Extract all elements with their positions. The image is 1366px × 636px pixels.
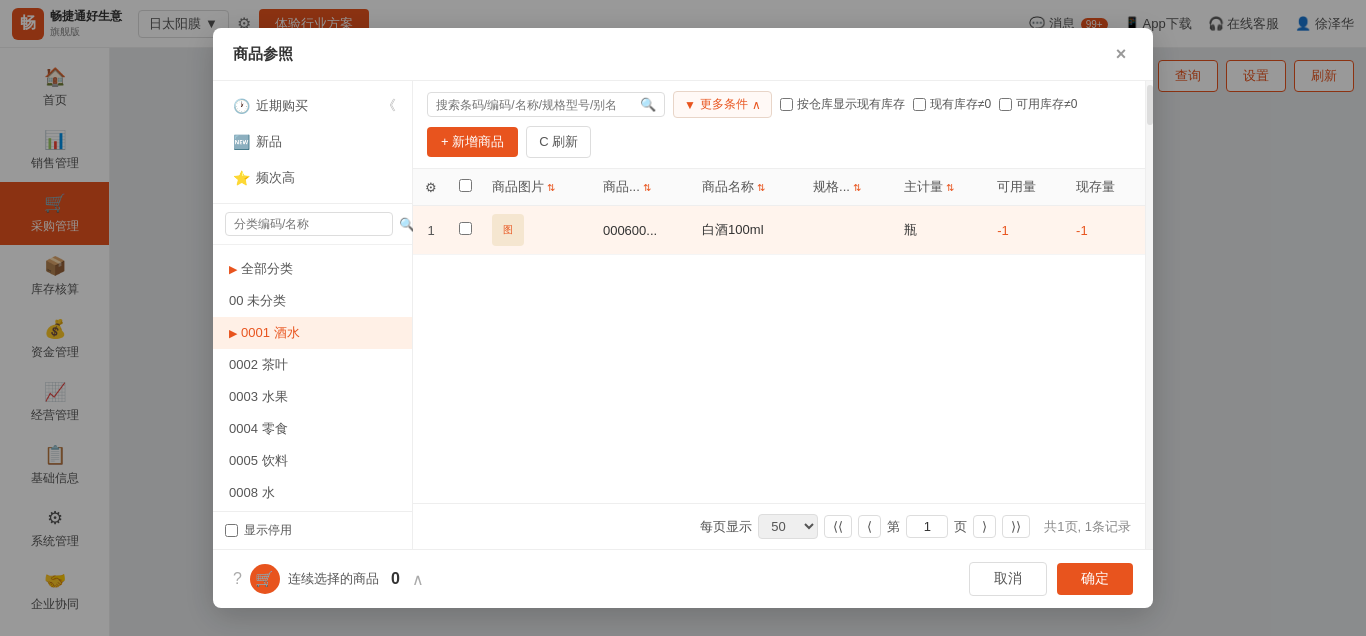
- row-num: 1: [413, 206, 449, 255]
- th-available: 可用量: [987, 169, 1066, 206]
- cat-all[interactable]: ▶ 全部分类: [213, 253, 412, 285]
- th-stock: 现存量: [1066, 169, 1145, 206]
- cart-count: 0: [391, 570, 400, 588]
- cat-00[interactable]: 00 未分类: [213, 285, 412, 317]
- add-product-button[interactable]: + 新增商品: [427, 127, 518, 157]
- footer-right: 取消 确定: [969, 562, 1133, 596]
- confirm-button[interactable]: 确定: [1057, 563, 1133, 595]
- prev-page-button[interactable]: ⟨: [858, 515, 881, 538]
- pagination: 每页显示 50 10 20 100 ⟨⟨ ⟨ 第 页 ⟩ ⟩⟩ 共1页, 1条记…: [413, 503, 1145, 549]
- cancel-button[interactable]: 取消: [969, 562, 1047, 596]
- cat-arrow-all: ▶: [229, 263, 237, 276]
- modal-close-button[interactable]: ×: [1109, 42, 1133, 66]
- product-table-wrap: ⚙ 商品图片 ⇅: [413, 169, 1145, 503]
- quick-access-section: 🕐 近期购买 《 🆕 新品 ⭐ 频次高: [213, 81, 412, 204]
- frequent-icon: ⭐: [233, 170, 250, 186]
- footer-collapse-icon[interactable]: ∧: [412, 570, 424, 589]
- vertical-scrollbar[interactable]: [1145, 81, 1153, 549]
- category-tree: ▶ 全部分类 00 未分类 ▶ 0001 酒水 0002 茶叶 0003 水果: [213, 245, 412, 511]
- cat-0003[interactable]: 0003 水果: [213, 381, 412, 413]
- table-toolbar: 🔍 ▼ 更多条件 ∧ 按仓库显示现有库存 现有库存≠0 可用库存≠0: [413, 81, 1145, 169]
- th-image: 商品图片 ⇅: [482, 169, 593, 206]
- help-icon[interactable]: ?: [233, 570, 242, 588]
- last-page-button[interactable]: ⟩⟩: [1002, 515, 1030, 538]
- product-table: ⚙ 商品图片 ⇅: [413, 169, 1145, 255]
- cart-button[interactable]: 🛒: [250, 564, 280, 594]
- recent-icon: 🕐: [233, 98, 250, 114]
- quick-item-frequent[interactable]: ⭐ 频次高: [225, 163, 400, 193]
- current-stock-checkbox-label[interactable]: 现有库存≠0: [913, 96, 991, 113]
- row-checkbox-cell[interactable]: [449, 206, 482, 255]
- th-spec: 规格... ⇅: [803, 169, 894, 206]
- cat-arrow-0001: ▶: [229, 327, 237, 340]
- more-filters-button[interactable]: ▼ 更多条件 ∧: [673, 91, 772, 118]
- left-panel: 🕐 近期购买 《 🆕 新品 ⭐ 频次高 🔍: [213, 81, 413, 549]
- show-disabled-row: 显示停用: [213, 511, 412, 549]
- current-stock-checkbox[interactable]: [913, 98, 926, 111]
- cat-0001[interactable]: ▶ 0001 酒水: [213, 317, 412, 349]
- cart-icon: 🛒: [255, 570, 274, 588]
- row-stock: -1: [1066, 206, 1145, 255]
- product-search-bar: 🔍: [427, 92, 665, 117]
- modal-title: 商品参照: [233, 45, 293, 64]
- cat-0008[interactable]: 0008 水: [213, 477, 412, 509]
- page-size-select[interactable]: 50 10 20 100: [758, 514, 818, 539]
- cat-0002[interactable]: 0002 茶叶: [213, 349, 412, 381]
- filter-icon: ▼: [684, 98, 696, 112]
- cat-0005[interactable]: 0005 饮料: [213, 445, 412, 477]
- row-image-cell: 图: [482, 206, 593, 255]
- modal-header: 商品参照 ×: [213, 28, 1153, 81]
- first-page-button[interactable]: ⟨⟨: [824, 515, 852, 538]
- row-unit: 瓶: [894, 206, 988, 255]
- available-stock-checkbox[interactable]: [999, 98, 1012, 111]
- quick-item-new[interactable]: 🆕 新品: [225, 127, 400, 157]
- product-search-icon[interactable]: 🔍: [640, 97, 656, 112]
- left-panel-collapse-btn[interactable]: 《: [378, 95, 400, 117]
- product-thumbnail: 图: [492, 214, 524, 246]
- th-settings[interactable]: ⚙: [413, 169, 449, 206]
- th-unit: 主计量 ⇅: [894, 169, 988, 206]
- filter-collapse-icon: ∧: [752, 98, 761, 112]
- available-stock-checkbox-label[interactable]: 可用库存≠0: [999, 96, 1077, 113]
- select-all-checkbox[interactable]: [459, 179, 472, 192]
- refresh-button[interactable]: C 刷新: [526, 126, 591, 158]
- scrollbar-thumb[interactable]: [1147, 85, 1153, 125]
- row-available: -1: [987, 206, 1066, 255]
- next-page-button[interactable]: ⟩: [973, 515, 996, 538]
- table-header: ⚙ 商品图片 ⇅: [413, 169, 1145, 206]
- warehouse-stock-checkbox-label[interactable]: 按仓库显示现有库存: [780, 96, 905, 113]
- th-name: 商品名称 ⇅: [692, 169, 803, 206]
- row-name: 白酒100ml: [692, 206, 803, 255]
- quick-item-recent[interactable]: 🕐 近期购买: [225, 91, 316, 121]
- right-panel: 🔍 ▼ 更多条件 ∧ 按仓库显示现有库存 现有库存≠0 可用库存≠0: [413, 81, 1145, 549]
- total-info: 共1页, 1条记录: [1044, 518, 1131, 536]
- row-checkbox[interactable]: [459, 222, 472, 235]
- category-search-input[interactable]: [225, 212, 393, 236]
- warehouse-stock-checkbox[interactable]: [780, 98, 793, 111]
- footer-left: ? 🛒 连续选择的商品 0 ∧: [233, 564, 424, 594]
- show-disabled-checkbox[interactable]: [225, 524, 238, 537]
- th-code: 商品... ⇅: [593, 169, 692, 206]
- cat-0004[interactable]: 0004 零食: [213, 413, 412, 445]
- category-search-row: 🔍: [213, 204, 412, 245]
- new-icon: 🆕: [233, 134, 250, 150]
- modal-body: 🕐 近期购买 《 🆕 新品 ⭐ 频次高 🔍: [213, 81, 1153, 549]
- row-spec: [803, 206, 894, 255]
- table-row[interactable]: 1 图 000600... 白酒100ml 瓶 -1: [413, 206, 1145, 255]
- row-code: 000600...: [593, 206, 692, 255]
- page-number-input[interactable]: [906, 515, 948, 538]
- product-reference-modal: 商品参照 × 🕐 近期购买 《 🆕 新品 ⭐ 频次高: [213, 28, 1153, 608]
- th-checkbox[interactable]: [449, 169, 482, 206]
- table-body: 1 图 000600... 白酒100ml 瓶 -1: [413, 206, 1145, 255]
- modal-footer: ? 🛒 连续选择的商品 0 ∧ 取消 确定: [213, 549, 1153, 608]
- product-search-input[interactable]: [436, 98, 636, 112]
